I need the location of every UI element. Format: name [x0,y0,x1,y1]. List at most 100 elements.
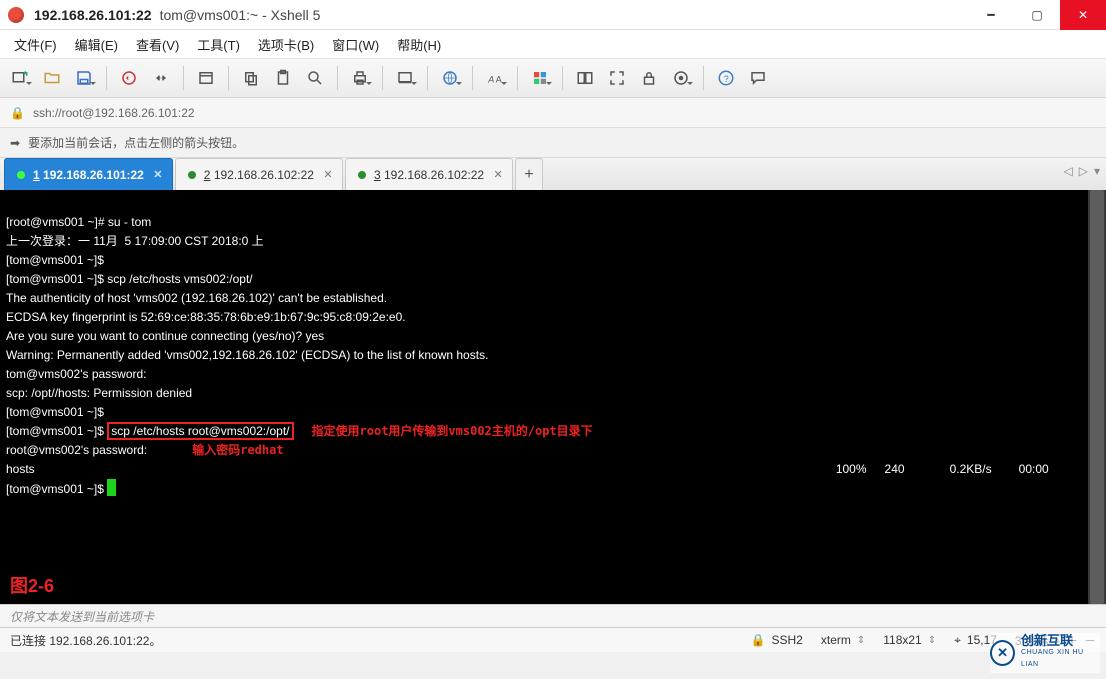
tab-next-icon[interactable]: ▷ [1079,164,1088,178]
menu-help[interactable]: 帮助(H) [389,31,449,58]
terminal-line: The authenticity of host 'vms002 (192.16… [6,291,387,305]
statusbar: 已连接 192.168.26.101:22。 🔒SSH2 xterm⇕ 118x… [0,628,1106,652]
status-term[interactable]: xterm⇕ [821,633,865,647]
status-dot-icon [17,171,25,179]
save-icon[interactable] [70,64,98,92]
svg-text:?: ? [724,74,729,84]
help-icon[interactable]: ? [712,64,740,92]
hint-bar: ➡ 要添加当前会话，点击左侧的箭头按钮。 [0,128,1106,158]
language-icon[interactable] [436,64,464,92]
terminal[interactable]: [root@vms001 ~]# su - tom 上一次登录：一 11月 5 … [0,190,1106,604]
transfer-rate: 0.2KB/s [950,462,992,476]
chevron-updown-icon: ⇕ [928,635,936,646]
tab-prev-icon[interactable]: ◁ [1064,164,1073,178]
tabbar: 1 192.168.26.101:22 ✕ 2 192.168.26.102:2… [0,158,1106,190]
tab-close-icon[interactable]: ✕ [492,168,504,180]
terminal-line: scp: /opt//hosts: Permission denied [6,386,192,400]
title-session: tom@vms001:~ - Xshell 5 [160,7,321,23]
menu-tools[interactable]: 工具(T) [189,31,248,58]
addressbar-lock-icon: 🔒 [10,106,25,120]
close-button[interactable]: ✕ [1060,0,1106,30]
toolbar-sep [183,66,184,90]
lock-icon: 🔒 [751,633,766,647]
transfer-time: 00:00 [1019,462,1049,476]
status-size[interactable]: 118x21⇕ [883,633,936,647]
toolbar-sep [427,66,428,90]
minimize-button[interactable]: ━ [968,0,1014,30]
maximize-button[interactable]: ▢ [1014,0,1060,30]
terminal-line: 上一次登录：一 11月 5 17:09:00 CST 2018:0 上 [6,234,264,248]
addressbar: 🔒 ssh://root@192.168.26.101:22 [0,98,1106,128]
bookmark-icon[interactable] [571,64,599,92]
menu-edit[interactable]: 编辑(E) [67,31,126,58]
terminal-scrollbar[interactable] [1088,190,1106,604]
open-icon[interactable] [38,64,66,92]
highlighted-command: scp /etc/hosts root@vms002:/opt/ [107,422,293,440]
new-session-icon[interactable] [6,64,34,92]
toolbar-sep [228,66,229,90]
window-controls: ━ ▢ ✕ [968,0,1106,30]
terminal-prompt: [tom@vms001 ~]$ [6,424,107,438]
toolbar-sep [703,66,704,90]
reconnect-icon[interactable] [115,64,143,92]
fullscreen-icon[interactable] [603,64,631,92]
status-ssh: 🔒SSH2 [751,633,803,647]
session-tab-1[interactable]: 1 192.168.26.101:22 ✕ [4,158,173,190]
tab-index: 1 [33,168,40,182]
session-tab-3[interactable]: 3 192.168.26.102:22 ✕ [345,158,513,190]
copy-icon[interactable] [237,64,265,92]
tab-index: 3 [374,168,381,182]
watermark: ✕ 创新互联 CHUANG XIN HU LIAN [990,633,1100,673]
tab-close-icon[interactable]: ✕ [152,168,164,180]
app-icon [8,7,24,23]
status-connected: 已连接 192.168.26.101:22。 [10,632,161,649]
tab-label: 192.168.26.101:22 [43,168,144,182]
watermark-logo-icon: ✕ [990,640,1015,666]
arrow-right-icon[interactable]: ➡ [10,136,20,150]
svg-text:A: A [487,75,494,85]
menubar: 文件(F) 编辑(E) 查看(V) 工具(T) 选项卡(B) 窗口(W) 帮助(… [0,30,1106,58]
paste-icon[interactable] [269,64,297,92]
font-icon[interactable]: AA [481,64,509,92]
status-dot-icon [188,171,196,179]
menu-tab[interactable]: 选项卡(B) [250,31,322,58]
add-tab-button[interactable]: + [515,158,543,190]
color-scheme-icon[interactable] [526,64,554,92]
terminal-line: [root@vms001 ~]# su - tom [6,215,151,229]
annotation-2: 输入密码redhat [192,443,283,457]
terminal-line: Are you sure you want to continue connec… [6,329,324,343]
address-url[interactable]: ssh://root@192.168.26.101:22 [33,106,195,120]
disconnect-icon[interactable] [147,64,175,92]
toolbar-sep [517,66,518,90]
browse-icon[interactable] [391,64,419,92]
feedback-icon[interactable] [744,64,772,92]
properties-icon[interactable] [192,64,220,92]
terminal-line: tom@vms002's password: [6,367,147,381]
tab-close-icon[interactable]: ✕ [322,168,334,180]
cursor [107,479,116,496]
print-icon[interactable] [346,64,374,92]
menu-window[interactable]: 窗口(W) [324,31,387,58]
find-icon[interactable] [301,64,329,92]
menu-file[interactable]: 文件(F) [6,31,65,58]
transfer-file: hosts [6,462,35,476]
toolbar-sep [562,66,563,90]
status-dot-icon [358,171,366,179]
toolbar-sep [472,66,473,90]
send-target-hint[interactable]: 仅将文本发送到当前选项卡 [0,604,1106,628]
transparency-icon[interactable] [667,64,695,92]
session-tab-2[interactable]: 2 192.168.26.102:22 ✕ [175,158,343,190]
hint-text: 要添加当前会话，点击左侧的箭头按钮。 [28,134,244,151]
toolbar-sep [382,66,383,90]
watermark-text-en: CHUANG XIN HU LIAN [1021,647,1100,671]
terminal-line: [tom@vms001 ~]$ [6,405,104,419]
watermark-text-cn: 创新互联 [1021,635,1100,647]
tab-label: 192.168.26.102:22 [214,168,314,182]
terminal-line: [tom@vms001 ~]$ scp /etc/hosts vms002:/o… [6,272,253,286]
scrollbar-thumb[interactable] [1090,190,1104,604]
toolbar: AA ? [0,58,1106,98]
lock-icon[interactable] [635,64,663,92]
tab-index: 2 [204,168,211,182]
tab-list-icon[interactable]: ▾ [1094,164,1100,178]
menu-view[interactable]: 查看(V) [128,31,187,58]
